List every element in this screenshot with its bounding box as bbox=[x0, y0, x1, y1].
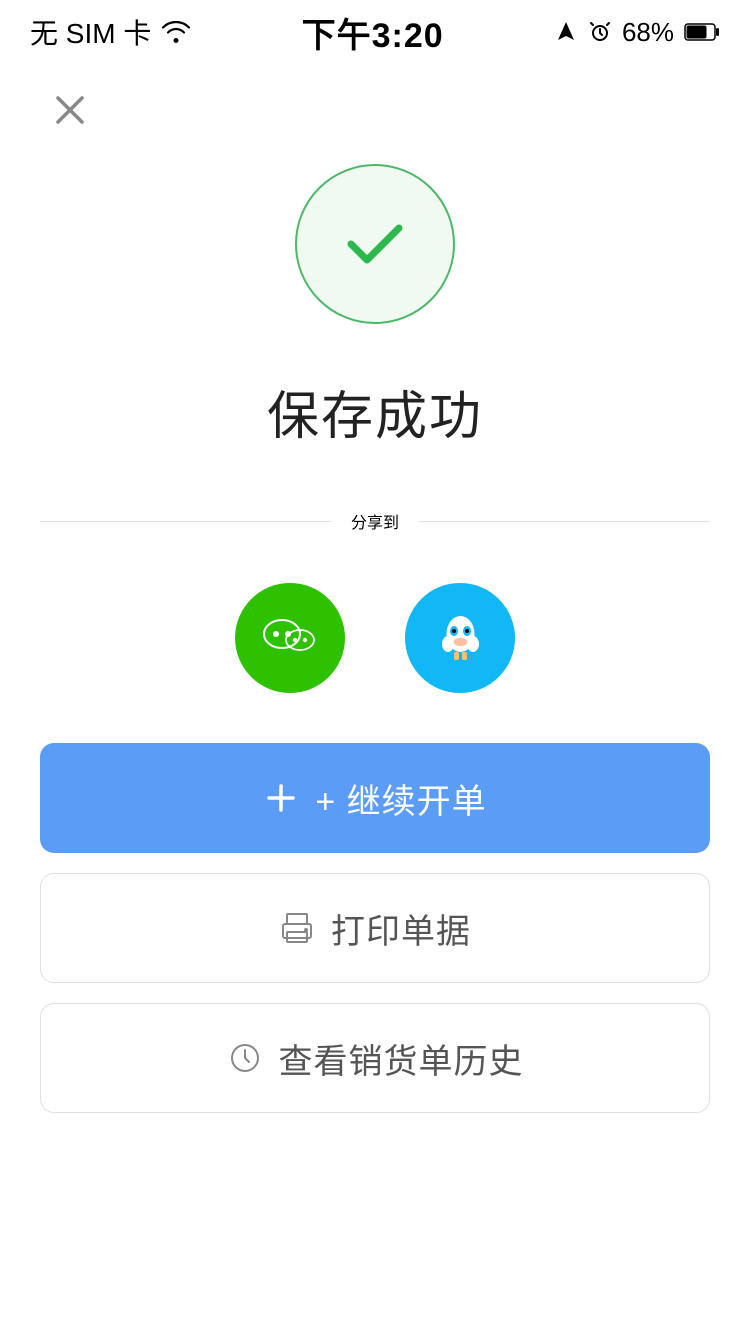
print-label: 打印单据 bbox=[331, 904, 471, 953]
wechat-share-button[interactable] bbox=[235, 583, 345, 693]
main-content: 保存成功 分享到 bbox=[0, 64, 750, 1113]
battery-label: 68% bbox=[622, 17, 674, 48]
alarm-icon bbox=[588, 20, 612, 44]
status-time: 下午3:20 bbox=[302, 8, 444, 57]
status-left: 无 SIM 卡 bbox=[30, 12, 191, 52]
checkmark-icon bbox=[335, 204, 415, 284]
printer-icon bbox=[279, 910, 315, 946]
qq-icon bbox=[428, 606, 493, 671]
battery-icon bbox=[684, 22, 720, 42]
status-bar: 无 SIM 卡 下午3:20 68% bbox=[0, 0, 750, 64]
close-button[interactable] bbox=[40, 80, 100, 140]
share-icons bbox=[40, 583, 710, 693]
success-icon-circle bbox=[295, 164, 455, 324]
continue-order-button[interactable]: + 继续开单 bbox=[40, 743, 710, 853]
wechat-icon bbox=[258, 606, 323, 671]
share-label: 分享到 bbox=[351, 509, 399, 533]
actions-section: + 继续开单 打印单据 查看销货单历史 bbox=[0, 743, 750, 1113]
close-icon bbox=[50, 90, 90, 130]
wifi-icon bbox=[161, 21, 191, 43]
print-button[interactable]: 打印单据 bbox=[40, 873, 710, 983]
status-right: 68% bbox=[554, 17, 720, 48]
history-icon bbox=[227, 1040, 263, 1076]
continue-order-label: + 继续开单 bbox=[315, 774, 486, 823]
history-label: 查看销货单历史 bbox=[279, 1034, 524, 1083]
history-button[interactable]: 查看销货单历史 bbox=[40, 1003, 710, 1113]
location-icon bbox=[554, 20, 578, 44]
share-divider: 分享到 bbox=[40, 509, 710, 533]
qq-share-button[interactable] bbox=[405, 583, 515, 693]
success-title: 保存成功 bbox=[267, 374, 483, 449]
plus-icon bbox=[263, 780, 299, 816]
sim-label: 无 SIM 卡 bbox=[30, 12, 151, 52]
share-section: 分享到 bbox=[0, 509, 750, 693]
